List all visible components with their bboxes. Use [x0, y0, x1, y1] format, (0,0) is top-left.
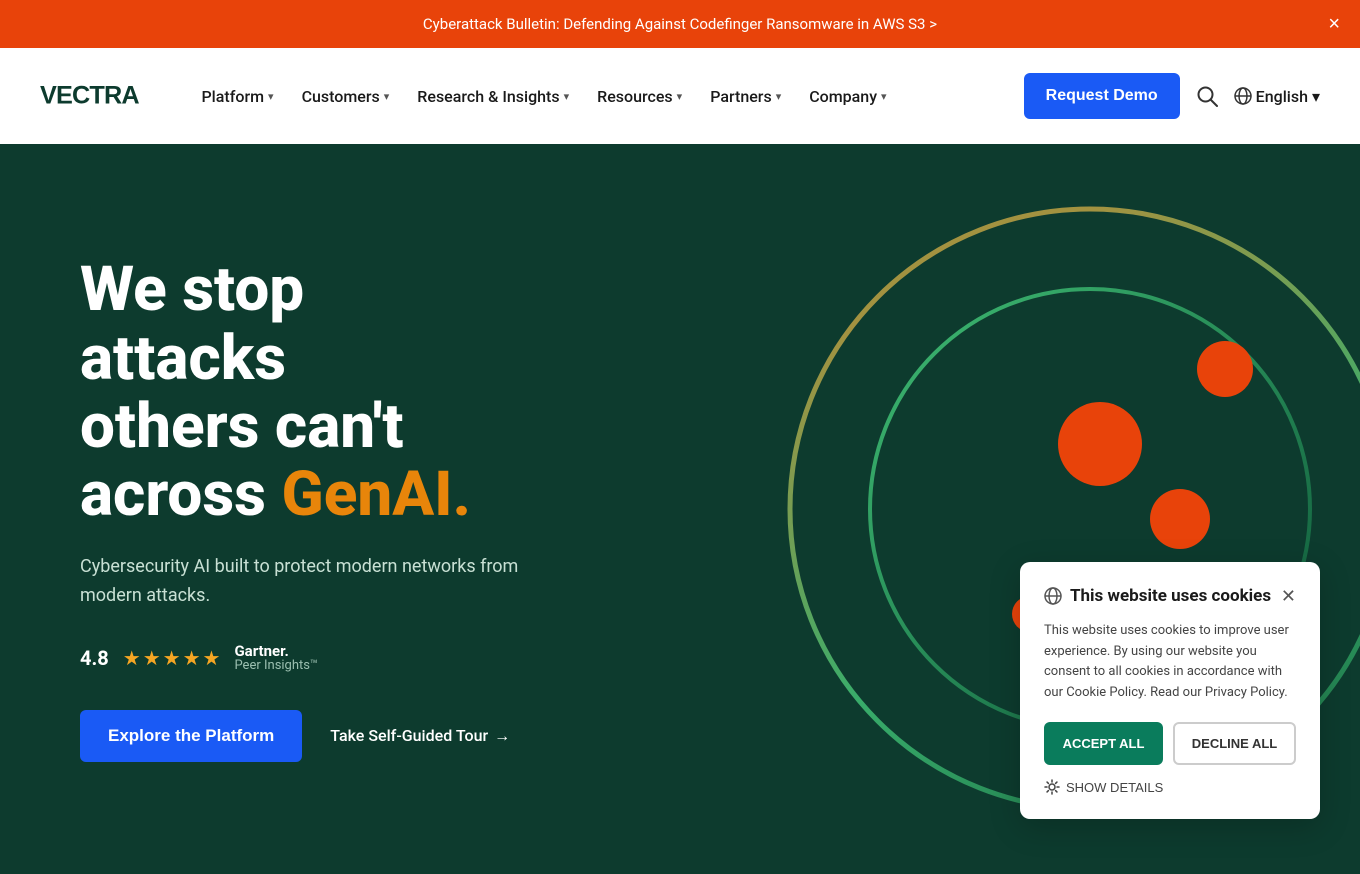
rating-row: 4.8 ★ ★ ★ ★ ★ Gartner. Peer Insights™: [80, 643, 520, 674]
banner-text[interactable]: Cyberattack Bulletin: Defending Against …: [20, 15, 1340, 33]
nav-item-customers[interactable]: Customers ▾: [290, 79, 402, 114]
cookie-buttons: ACCEPT ALL DECLINE ALL: [1044, 722, 1296, 765]
nav-item-research[interactable]: Research & Insights ▾: [405, 79, 581, 114]
chevron-down-icon: ▾: [268, 90, 274, 103]
arrow-right-icon: →: [494, 726, 510, 746]
rating-score: 4.8: [80, 646, 109, 670]
nav-item-company[interactable]: Company ▾: [797, 79, 898, 114]
globe-icon: [1044, 587, 1062, 605]
search-icon: [1196, 85, 1218, 107]
cookie-body-text: This website uses cookies to improve use…: [1044, 621, 1296, 704]
star-rating: ★ ★ ★ ★ ★: [123, 646, 221, 670]
gear-icon: [1044, 779, 1060, 795]
gartner-logo: Gartner. Peer Insights™: [234, 643, 318, 674]
logo[interactable]: VECTRA: [40, 78, 149, 114]
star-3: ★: [163, 646, 181, 670]
chevron-down-icon: ▾: [776, 90, 782, 103]
star-5: ★: [203, 646, 221, 670]
cookie-header: This website uses cookies ✕: [1044, 586, 1296, 607]
cookie-title-row: This website uses cookies: [1044, 586, 1271, 606]
decline-all-button[interactable]: DECLINE ALL: [1173, 722, 1296, 765]
cookie-title: This website uses cookies: [1070, 586, 1271, 606]
nav-right: Request Demo English ▾: [1024, 73, 1320, 119]
nav-links: Platform ▾ Customers ▾ Research & Insigh…: [189, 79, 1023, 114]
nav-item-platform[interactable]: Platform ▾: [189, 79, 285, 114]
chevron-down-icon: ▾: [677, 90, 683, 103]
announcement-banner: Cyberattack Bulletin: Defending Against …: [0, 0, 1360, 48]
chevron-down-icon: ▾: [881, 90, 887, 103]
nav-item-partners[interactable]: Partners ▾: [698, 79, 793, 114]
star-2: ★: [143, 646, 161, 670]
hero-content: We stop attacks others can't across GenA…: [0, 176, 600, 841]
globe-icon: [1234, 87, 1252, 105]
accept-all-button[interactable]: ACCEPT ALL: [1044, 722, 1163, 765]
hero-subtext: Cybersecurity AI built to protect modern…: [80, 553, 520, 611]
svg-text:VECTRA: VECTRA: [40, 81, 139, 109]
chevron-down-icon: ▾: [384, 90, 390, 103]
cta-row: Explore the Platform Take Self-Guided To…: [80, 710, 520, 762]
star-1: ★: [123, 646, 141, 670]
search-button[interactable]: [1196, 85, 1218, 107]
request-demo-button[interactable]: Request Demo: [1024, 73, 1180, 119]
show-details-button[interactable]: SHOW DETAILS: [1044, 779, 1163, 795]
chevron-down-icon: ▾: [564, 90, 570, 103]
nav-item-resources[interactable]: Resources ▾: [585, 79, 694, 114]
cookie-close-button[interactable]: ✕: [1281, 586, 1296, 607]
explore-platform-button[interactable]: Explore the Platform: [80, 710, 302, 762]
hero-headline: We stop attacks others can't across GenA…: [80, 256, 520, 529]
chevron-down-icon: ▾: [1312, 87, 1320, 106]
banner-close-button[interactable]: ×: [1328, 14, 1340, 34]
cookie-banner: This website uses cookies ✕ This website…: [1020, 562, 1320, 819]
guided-tour-link[interactable]: Take Self-Guided Tour →: [330, 726, 510, 746]
language-selector[interactable]: English ▾: [1234, 87, 1320, 106]
navbar: VECTRA Platform ▾ Customers ▾ Research &…: [0, 48, 1360, 144]
star-4: ★: [183, 646, 201, 670]
